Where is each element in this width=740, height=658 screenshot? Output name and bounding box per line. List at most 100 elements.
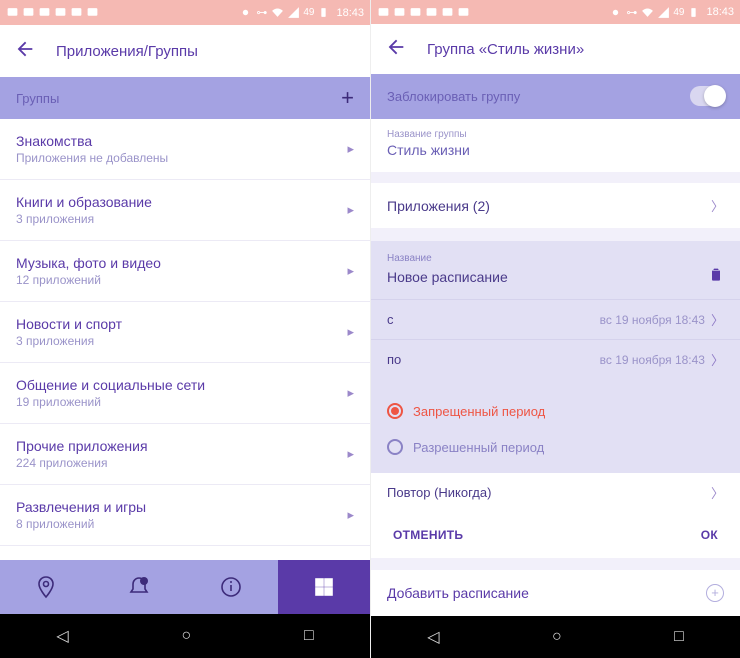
name-label: Название группы — [371, 119, 740, 142]
clock: 18:43 — [706, 6, 734, 18]
battery-pct: 49 — [673, 7, 684, 18]
notif-icon — [54, 6, 67, 19]
notif-icon — [409, 6, 422, 19]
wifi-icon — [641, 6, 654, 19]
notif-icon — [425, 6, 438, 19]
list-item[interactable]: Развлечения и игры8 приложений▸ — [0, 485, 370, 546]
appbar: Приложения/Группы — [0, 25, 370, 77]
page-title: Группа «Стиль жизни» — [427, 41, 584, 58]
from-label: с — [387, 312, 394, 327]
notif-icon — [393, 6, 406, 19]
android-nav: ◁ ○ □ — [371, 616, 740, 658]
to-label: по — [387, 352, 401, 367]
apps-row[interactable]: Приложения (2) 〉 — [371, 183, 740, 229]
sched-title[interactable]: Новое расписание — [387, 269, 508, 285]
list-item[interactable]: Книги и образование3 приложения▸ — [0, 180, 370, 241]
list-item[interactable]: Музыка, фото и видео12 приложений▸ — [0, 241, 370, 302]
nav-apps[interactable] — [278, 560, 371, 614]
back-button[interactable] — [385, 36, 407, 63]
notif-icon — [86, 6, 99, 19]
back-button[interactable] — [14, 38, 36, 65]
list-item[interactable]: Новости и спорт3 приложения▸ — [0, 302, 370, 363]
status-bar: ⊶ 49 18:43 — [0, 0, 370, 25]
divider — [371, 172, 740, 184]
divider — [371, 558, 740, 570]
chevron-right-icon: 〉 — [711, 483, 724, 502]
schedule-card: Название Новое расписание с вс 19 ноября… — [371, 241, 740, 558]
ok-button[interactable]: ОК — [701, 528, 718, 542]
chevron-right-icon: ▸ — [347, 385, 354, 401]
sched-label: Название — [371, 241, 740, 266]
from-row[interactable]: с вс 19 ноября 18:43 〉 — [371, 299, 740, 339]
svg-text:9+: 9+ — [141, 579, 147, 585]
sync-icon — [609, 6, 622, 19]
bottom-nav: 9+ — [0, 560, 370, 614]
notif-icon — [6, 6, 19, 19]
signal-icon — [287, 6, 300, 19]
repeat-label: Повтор (Никогда) — [387, 485, 491, 500]
status-bar: ⊶ 49 18:43 — [371, 0, 740, 24]
radio-icon — [387, 439, 403, 455]
key-icon: ⊶ — [625, 6, 638, 19]
battery-icon — [687, 6, 700, 19]
group-name-field[interactable]: Название группы Стиль жизни — [371, 119, 740, 172]
nav-home[interactable]: ○ — [181, 627, 191, 645]
chevron-right-icon: ▸ — [347, 324, 354, 340]
nav-alerts[interactable]: 9+ — [93, 560, 186, 614]
to-value: вс 19 ноября 18:43 — [600, 353, 705, 367]
lock-group-row: Заблокировать группу — [371, 74, 740, 118]
add-schedule-row[interactable]: Добавить расписание + — [371, 570, 740, 616]
apps-label: Приложения (2) — [387, 198, 490, 214]
chevron-right-icon: 〉 — [711, 310, 724, 329]
forbidden-radio[interactable]: Запрещенный период — [371, 393, 740, 429]
nav-location[interactable] — [0, 560, 93, 614]
nav-info[interactable] — [185, 560, 278, 614]
list-item[interactable]: Прочие приложения224 приложения▸ — [0, 424, 370, 485]
radio-icon — [387, 403, 403, 419]
group-list[interactable]: ЗнакомстваПриложения не добавлены▸ Книги… — [0, 119, 370, 560]
chevron-right-icon: ▸ — [347, 202, 354, 218]
list-item[interactable]: ЗнакомстваПриложения не добавлены▸ — [0, 119, 370, 180]
nav-back[interactable]: ◁ — [427, 627, 439, 647]
battery-icon — [317, 6, 330, 19]
clock: 18:43 — [336, 7, 364, 19]
notif-icon — [377, 6, 390, 19]
page-title: Приложения/Группы — [56, 43, 198, 60]
notif-icon — [70, 6, 83, 19]
nav-recent[interactable]: □ — [304, 627, 314, 645]
to-row[interactable]: по вс 19 ноября 18:43 〉 — [371, 339, 740, 379]
add-label: Добавить расписание — [387, 585, 529, 601]
wifi-icon — [271, 6, 284, 19]
signal-icon — [657, 6, 670, 19]
lock-toggle[interactable] — [690, 86, 724, 106]
list-item[interactable]: Общение и социальные сети19 приложений▸ — [0, 363, 370, 424]
divider — [371, 229, 740, 241]
chevron-right-icon: ▸ — [347, 446, 354, 462]
nav-recent[interactable]: □ — [674, 628, 684, 646]
nav-home[interactable]: ○ — [552, 628, 562, 646]
plus-icon: + — [706, 584, 724, 602]
key-icon: ⊶ — [255, 6, 268, 19]
notif-icon — [22, 6, 35, 19]
allowed-radio[interactable]: Разрешенный период — [371, 429, 740, 465]
nav-back[interactable]: ◁ — [56, 626, 68, 646]
notif-icon — [38, 6, 51, 19]
add-group-button[interactable]: + — [341, 85, 354, 111]
repeat-row[interactable]: Повтор (Никогда) 〉 — [371, 473, 740, 512]
screen-group-detail: ⊶ 49 18:43 Группа «Стиль жизни» Заблокир… — [370, 0, 740, 658]
chevron-right-icon: ▸ — [347, 263, 354, 279]
forbidden-label: Запрещенный период — [413, 404, 545, 419]
chevron-right-icon: 〉 — [711, 350, 724, 369]
cancel-button[interactable]: ОТМЕНИТЬ — [393, 528, 463, 542]
from-value: вс 19 ноября 18:43 — [600, 313, 705, 327]
groups-label: Группы — [16, 91, 59, 106]
battery-pct: 49 — [303, 7, 314, 18]
sync-icon — [239, 6, 252, 19]
name-value: Стиль жизни — [371, 142, 740, 172]
notif-icon — [457, 6, 470, 19]
delete-icon[interactable] — [708, 266, 724, 287]
allowed-label: Разрешенный период — [413, 440, 544, 455]
notif-icon — [441, 6, 454, 19]
chevron-right-icon: 〉 — [711, 196, 724, 215]
chevron-right-icon: ▸ — [347, 507, 354, 523]
